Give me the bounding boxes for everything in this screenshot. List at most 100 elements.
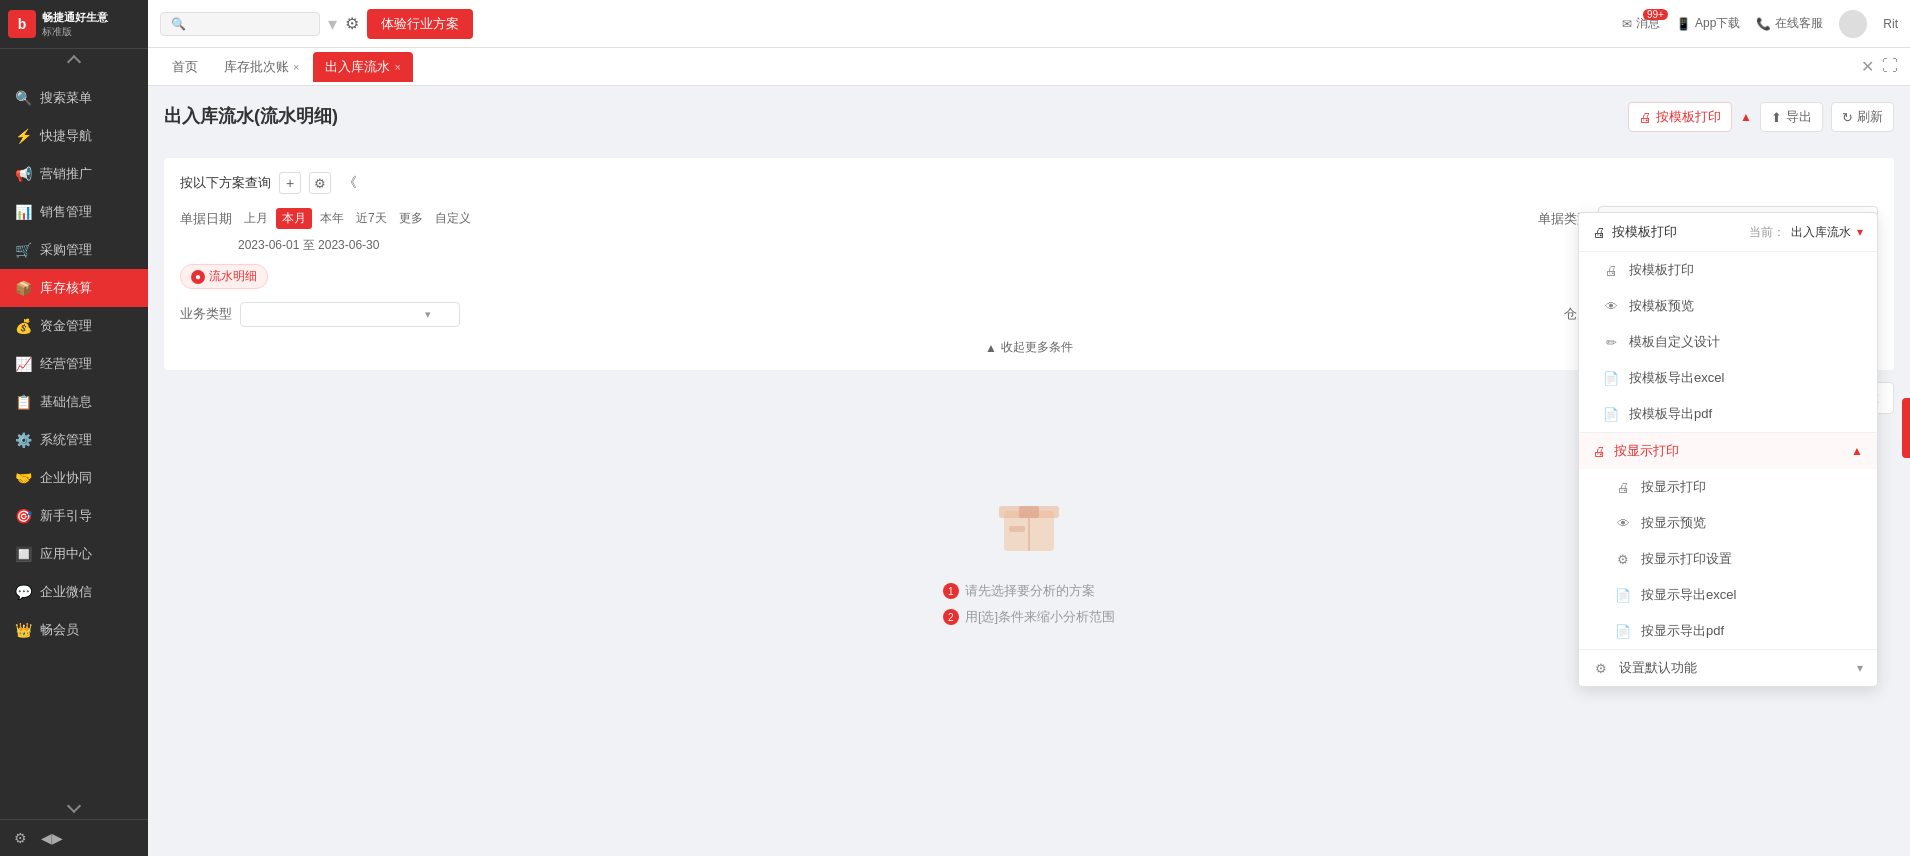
- print-header-icon: 🖨: [1593, 225, 1606, 240]
- topbar-search-box[interactable]: 🔍: [160, 12, 320, 36]
- template-print-btn[interactable]: 🖨 按模板打印: [1628, 102, 1732, 132]
- tab-stock-flow[interactable]: 出入库流水 ×: [313, 52, 412, 82]
- collapse-footer-btn[interactable]: ◀▶: [41, 830, 63, 846]
- sidebar-item-label: 快捷导航: [40, 127, 92, 145]
- dropdown-item-template-preview[interactable]: 👁 按模板预览: [1579, 288, 1877, 324]
- filter-add-btn[interactable]: +: [279, 172, 301, 194]
- date-shortcut-this-year[interactable]: 本年: [316, 208, 348, 229]
- sidebar-item-inventory[interactable]: 📦 库存核算: [0, 269, 148, 307]
- dropdown-footer-default[interactable]: ⚙ 设置默认功能 ▾: [1579, 649, 1877, 686]
- business-type-select[interactable]: ▾: [240, 302, 460, 327]
- service-icon: 📞: [1756, 17, 1771, 31]
- content-area: 出入库流水(流水明细) 🖨 按模板打印 ▲ ⬆ 导出 ↻: [148, 86, 1910, 856]
- app-title: 畅捷通好生意 标准版: [42, 10, 108, 37]
- display-header-label: 按显示打印: [1614, 442, 1679, 460]
- template-custom-label: 模板自定义设计: [1629, 333, 1720, 351]
- sidebar-item-apps[interactable]: 🔲 应用中心: [0, 535, 148, 573]
- topbar-dropdown-icon[interactable]: ▾: [328, 13, 337, 35]
- sidebar-item-purchase[interactable]: 🛒 采购管理: [0, 231, 148, 269]
- topbar-search-icon: 🔍: [171, 17, 186, 31]
- tab-inventory-batch[interactable]: 库存批次账 ×: [212, 52, 311, 82]
- dropdown-item-display-print[interactable]: 🖨 按显示打印: [1579, 469, 1877, 505]
- tab-stock-flow-close[interactable]: ×: [394, 61, 400, 73]
- sidebar-item-members[interactable]: 👑 畅会员: [0, 611, 148, 649]
- sidebar-scroll-up[interactable]: [0, 49, 148, 75]
- right-edge-handle[interactable]: [1902, 398, 1910, 458]
- print-chevron-icon[interactable]: ▲: [1740, 110, 1752, 124]
- sidebar-item-guide[interactable]: 🎯 新手引导: [0, 497, 148, 535]
- trial-btn[interactable]: 体验行业方案: [367, 9, 473, 39]
- settings-footer-btn[interactable]: ⚙: [14, 830, 27, 846]
- sidebar: b 畅捷通好生意 标准版 🔍 搜索菜单 ⚡ 快捷导航 📢 营销推广: [0, 0, 148, 856]
- filter-collapse-icon[interactable]: 《: [339, 172, 361, 194]
- scroll-down-icon[interactable]: [67, 799, 81, 813]
- business-type-arrow: ▾: [425, 308, 431, 321]
- topbar-app-btn[interactable]: 📱 App下载: [1676, 15, 1740, 32]
- sidebar-item-marketing[interactable]: 📢 营销推广: [0, 155, 148, 193]
- dropdown-display-header[interactable]: 🖨 按显示打印 ▲: [1579, 433, 1877, 469]
- tab-home[interactable]: 首页: [160, 52, 210, 82]
- template-excel-label: 按模板导出excel: [1629, 369, 1724, 387]
- template-pdf-label: 按模板导出pdf: [1629, 405, 1712, 423]
- print-dropdown-panel: 🖨 按模板打印 当前： 出入库流水 ▾ 🖨 按模板打印: [1578, 212, 1878, 687]
- topbar-service-btn[interactable]: 📞 在线客服: [1756, 15, 1823, 32]
- dropdown-item-display-preview[interactable]: 👁 按显示预览: [1579, 505, 1877, 541]
- sidebar-item-wechat[interactable]: 💬 企业微信: [0, 573, 148, 611]
- topbar-username[interactable]: Rit: [1883, 17, 1898, 31]
- sidebar-item-search[interactable]: 🔍 搜索菜单: [0, 79, 148, 117]
- date-shortcut-this-month[interactable]: 本月: [276, 208, 312, 229]
- template-excel-icon: 📄: [1603, 370, 1619, 386]
- template-preview-icon: 👁: [1603, 298, 1619, 314]
- current-value: 出入库流水: [1791, 224, 1851, 241]
- sidebar-item-label: 企业微信: [40, 583, 92, 601]
- tag-icon: ●: [191, 270, 205, 284]
- dropdown-item-template-custom[interactable]: ✏ 模板自定义设计: [1579, 324, 1877, 360]
- sidebar-item-system[interactable]: ⚙️ 系统管理: [0, 421, 148, 459]
- template-print-icon: 🖨: [1603, 262, 1619, 278]
- collapse-filter-btn[interactable]: ▲ 收起更多条件: [985, 339, 1073, 356]
- step1-text: 请先选择要分析的方案: [965, 582, 1095, 600]
- default-arrow: ▾: [1857, 661, 1863, 675]
- tab-close-all-btn[interactable]: ✕: [1861, 57, 1874, 76]
- display-settings-icon: ⚙: [1615, 551, 1631, 567]
- tab-inventory-batch-close[interactable]: ×: [293, 61, 299, 73]
- date-filter-label: 单据日期: [180, 210, 232, 228]
- sidebar-item-quick-nav[interactable]: ⚡ 快捷导航: [0, 117, 148, 155]
- print-icon: 🖨: [1639, 110, 1652, 125]
- filter-gear-btn[interactable]: ⚙: [309, 172, 331, 194]
- dropdown-current-arrow[interactable]: ▾: [1857, 225, 1863, 239]
- export-btn[interactable]: ⬆ 导出: [1760, 102, 1823, 132]
- sidebar-item-operations[interactable]: 📈 经营管理: [0, 345, 148, 383]
- dropdown-item-template-excel[interactable]: 📄 按模板导出excel: [1579, 360, 1877, 396]
- wechat-icon: 💬: [14, 583, 32, 601]
- refresh-btn[interactable]: ↻ 刷新: [1831, 102, 1894, 132]
- date-shortcut-custom[interactable]: 自定义: [431, 208, 475, 229]
- topbar-avatar[interactable]: [1839, 10, 1867, 38]
- date-shortcut-7days[interactable]: 近7天: [352, 208, 391, 229]
- scroll-up-icon[interactable]: [67, 55, 81, 69]
- empty-steps: 1 请先选择要分析的方案 2 用[选]条件来缩小分析范围: [943, 582, 1115, 626]
- template-print-item-label: 按模板打印: [1629, 261, 1694, 279]
- topbar-gear-icon[interactable]: ⚙: [345, 14, 359, 33]
- dropdown-item-display-settings[interactable]: ⚙ 按显示打印设置: [1579, 541, 1877, 577]
- dropdown-item-display-excel[interactable]: 📄 按显示导出excel: [1579, 577, 1877, 613]
- display-settings-label: 按显示打印设置: [1641, 550, 1732, 568]
- dropdown-title: 🖨 按模板打印: [1593, 223, 1677, 241]
- tab-maximize-btn[interactable]: ⛶: [1882, 57, 1898, 76]
- sidebar-item-basic[interactable]: 📋 基础信息: [0, 383, 148, 421]
- dropdown-item-template-pdf[interactable]: 📄 按模板导出pdf: [1579, 396, 1877, 432]
- date-shortcut-prev-month[interactable]: 上月: [240, 208, 272, 229]
- dropdown-item-display-pdf[interactable]: 📄 按显示导出pdf: [1579, 613, 1877, 649]
- date-shortcut-more[interactable]: 更多: [395, 208, 427, 229]
- topbar-message-btn[interactable]: ✉ 消息 99+: [1622, 15, 1660, 32]
- sidebar-item-collab[interactable]: 🤝 企业协同: [0, 459, 148, 497]
- sidebar-footer: ⚙ ◀▶: [0, 819, 148, 856]
- sidebar-item-sales[interactable]: 📊 销售管理: [0, 193, 148, 231]
- members-icon: 👑: [14, 621, 32, 639]
- collapse-chevron-icon: ▲: [985, 341, 997, 355]
- dropdown-header: 🖨 按模板打印 当前： 出入库流水 ▾: [1579, 213, 1877, 252]
- sidebar-scroll-down[interactable]: [0, 793, 148, 819]
- sidebar-item-finance[interactable]: 💰 资金管理: [0, 307, 148, 345]
- filter-tag-flow[interactable]: ● 流水明细: [180, 264, 268, 289]
- dropdown-item-template-print[interactable]: 🖨 按模板打印: [1579, 252, 1877, 288]
